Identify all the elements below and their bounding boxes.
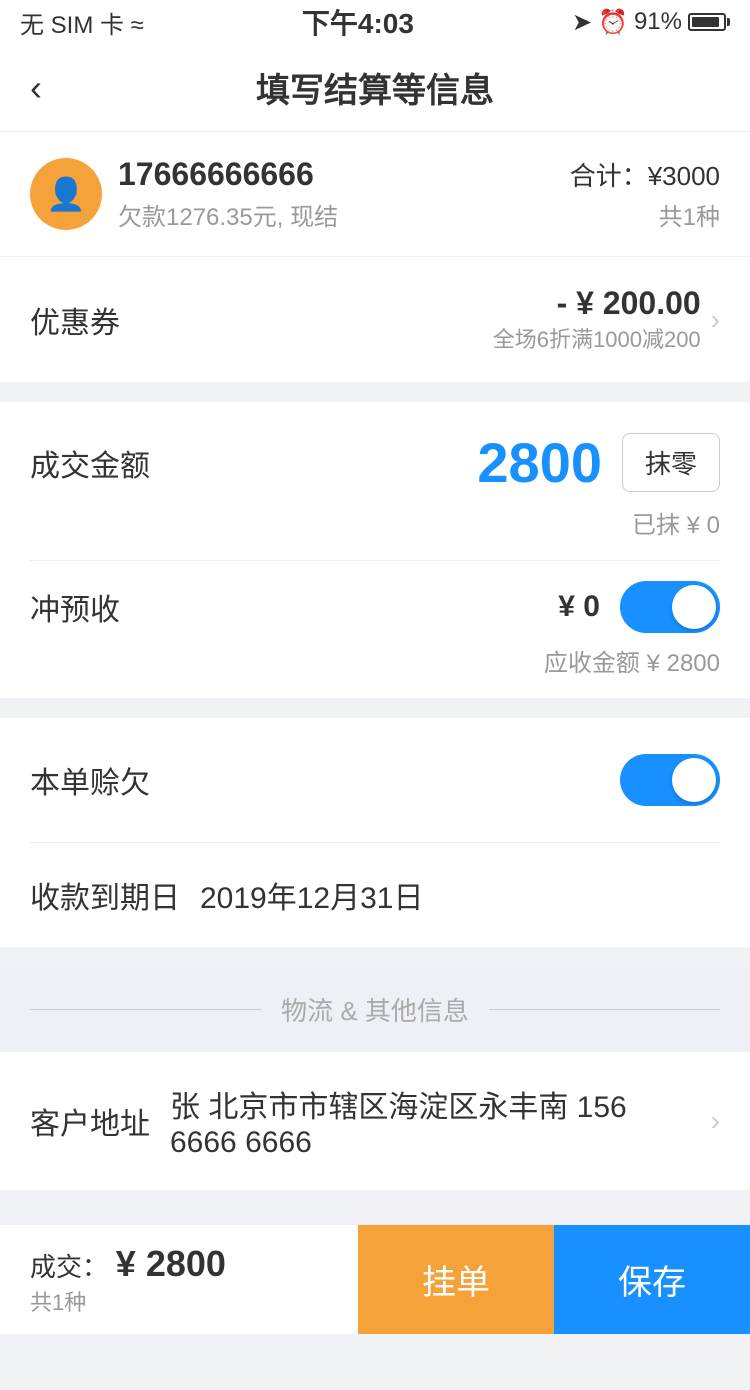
bottom-bar: 成交： ¥ 2800 共1种 挂单 保存 — [0, 1224, 750, 1334]
address-content: 张 北京市市辖区海淀区永丰南 156 6666 6666 — [170, 1082, 691, 1160]
battery-percent: 91% — [634, 8, 682, 36]
section-sep-1 — [0, 382, 750, 402]
amount-row: 成交金额 2800 抹零 — [0, 402, 750, 505]
status-right: ➤ ⏰ 91% — [572, 8, 730, 37]
address-label: 客户地址 — [30, 1099, 150, 1143]
customer-left: 👤 17666666666 欠款1276.35元, 现结 — [30, 156, 338, 232]
due-date-row: 收款到期日 2019年12月31日 — [0, 843, 750, 947]
sim-label: 无 SIM 卡 ≈ — [20, 5, 144, 40]
coupon-label: 优惠券 — [30, 298, 120, 342]
total-label: 合计：¥3000 — [570, 156, 720, 193]
bottom-deal-label: 成交： — [30, 1252, 108, 1282]
bottom-deal-amount: ¥ 2800 — [116, 1243, 226, 1284]
save-button[interactable]: 保存 — [554, 1225, 750, 1334]
coupon-desc: 全场6折满1000减200 — [493, 322, 701, 354]
bad-debt-toggle[interactable] — [620, 754, 720, 806]
page-title: 填写结算等信息 — [256, 63, 494, 112]
coupon-discount: - ¥ 200.00 — [493, 285, 701, 322]
header-line-right — [489, 1009, 720, 1010]
bad-debt-section: 本单赊欠 — [0, 718, 750, 843]
status-left: 无 SIM 卡 ≈ — [20, 5, 144, 40]
hang-button[interactable]: 挂单 — [358, 1225, 554, 1334]
bad-debt-row: 本单赊欠 — [0, 718, 750, 842]
bad-debt-label: 本单赊欠 — [30, 758, 150, 802]
pre-collect-right: ¥ 0 — [558, 581, 720, 633]
due-date-label: 收款到期日 — [30, 873, 180, 917]
bottom-count: 共1种 — [30, 1285, 328, 1317]
back-button[interactable]: ‹ — [30, 67, 80, 109]
customer-right: 合计：¥3000 共1种 — [570, 156, 720, 232]
customer-owe: 欠款1276.35元, 现结 — [118, 197, 338, 232]
address-row[interactable]: 客户地址 张 北京市市辖区海淀区永丰南 156 6666 6666 › — [0, 1052, 750, 1190]
amount-sub: 已抹 ¥ 0 — [0, 505, 750, 560]
pre-collect-row: 冲预收 ¥ 0 — [0, 561, 750, 643]
due-date-value: 2019年12月31日 — [200, 873, 423, 917]
logistics-header-text: 物流 & 其他信息 — [281, 991, 469, 1028]
coupon-right: - ¥ 200.00 全场6折满1000减200 › — [493, 285, 720, 354]
battery-icon — [688, 13, 730, 31]
amount-section: 成交金额 2800 抹零 已抹 ¥ 0 冲预收 ¥ 0 应收金额 ¥ 2800 — [0, 402, 750, 698]
bottom-deal-line: 成交： ¥ 2800 — [30, 1243, 328, 1285]
bottom-summary: 成交： ¥ 2800 共1种 — [0, 1225, 358, 1334]
amount-label: 成交金额 — [30, 441, 150, 485]
avatar: 👤 — [30, 158, 102, 230]
coupon-chevron-icon: › — [711, 304, 720, 336]
amount-right: 2800 抹零 — [477, 430, 720, 495]
customer-count: 共1种 — [570, 197, 720, 232]
pre-collect-amount: ¥ 0 — [558, 590, 600, 624]
status-bar: 无 SIM 卡 ≈ 下午4:03 ➤ ⏰ 91% — [0, 0, 750, 44]
customer-card: 👤 17666666666 欠款1276.35元, 现结 合计：¥3000 共1… — [0, 132, 750, 256]
pre-collect-sub: 应收金额 ¥ 2800 — [0, 643, 750, 698]
location-icon: ➤ — [572, 8, 592, 37]
round-button[interactable]: 抹零 — [622, 433, 720, 492]
coupon-row[interactable]: 优惠券 - ¥ 200.00 全场6折满1000减200 › — [0, 257, 750, 382]
avatar-icon: 👤 — [46, 175, 86, 213]
header-line-left — [30, 1009, 261, 1010]
customer-phone: 17666666666 — [118, 156, 338, 193]
pre-collect-label: 冲预收 — [30, 585, 120, 629]
customer-info: 17666666666 欠款1276.35元, 现结 — [118, 156, 338, 232]
address-chevron-icon: › — [711, 1105, 720, 1137]
pre-collect-toggle[interactable] — [620, 581, 720, 633]
clock-icon: ⏰ — [598, 8, 628, 37]
logistics-header: 物流 & 其他信息 — [0, 967, 750, 1052]
nav-bar: ‹ 填写结算等信息 — [0, 44, 750, 132]
section-sep-3 — [0, 947, 750, 967]
section-sep-2 — [0, 698, 750, 718]
amount-value: 2800 — [477, 430, 602, 495]
content: 👤 17666666666 欠款1276.35元, 现结 合计：¥3000 共1… — [0, 132, 750, 1390]
status-time: 下午4:03 — [302, 2, 414, 42]
